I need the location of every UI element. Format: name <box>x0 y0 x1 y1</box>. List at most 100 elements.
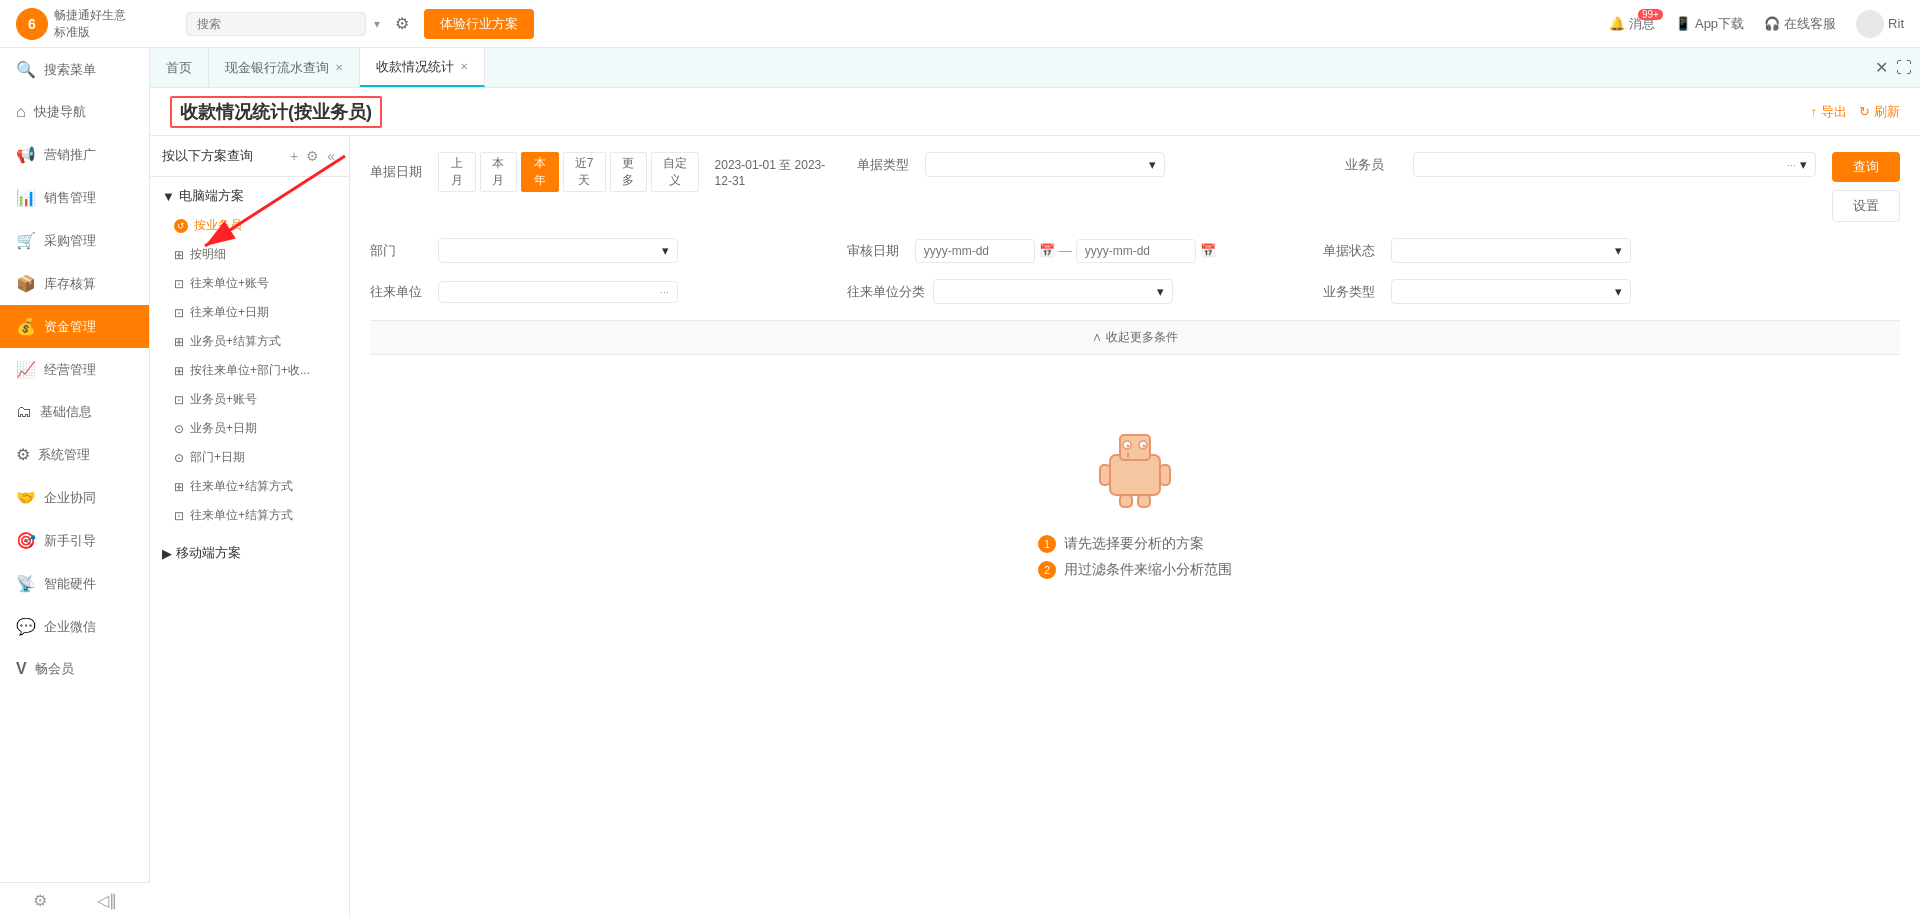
maximize-button[interactable]: ⛶ <box>1896 59 1912 77</box>
svg-rect-7 <box>1100 465 1110 485</box>
chevron-right-icon: ▶ <box>162 546 172 561</box>
date-tab-custom[interactable]: 自定义 <box>651 152 698 192</box>
doc-type-select[interactable]: ▾ <box>925 152 1165 177</box>
settings-icon[interactable]: ⚙ <box>388 10 416 38</box>
desktop-scheme-group-title[interactable]: ▼ 电脑端方案 <box>150 181 349 211</box>
add-scheme-button[interactable]: + <box>288 146 300 166</box>
step-number: 1 <box>1038 535 1056 553</box>
date-tab-last-month[interactable]: 上月 <box>438 152 476 192</box>
scheme-item-salesperson-account[interactable]: ⊡ 业务员+账号 <box>150 385 349 414</box>
scheme-header-title: 按以下方案查询 <box>162 147 253 165</box>
scheme-item-partner-settle1[interactable]: ⊞ 往来单位+结算方式 <box>150 472 349 501</box>
salesperson-select[interactable]: ··· ▾ <box>1413 152 1816 177</box>
content-area: 按以下方案查询 + ⚙ « ▼ 电脑端方案 ↺ 按业务员 <box>150 136 1920 918</box>
query-button[interactable]: 查询 <box>1832 152 1900 182</box>
sidebar-toggle-button[interactable]: ◁∥ <box>97 891 117 910</box>
doc-status-select[interactable]: ▾ <box>1391 238 1631 263</box>
sidebar-item-system[interactable]: ⚙ 系统管理 <box>0 433 149 476</box>
bell-icon: 🔔 <box>1609 16 1625 31</box>
sidebar-item-cooperation[interactable]: 🤝 企业协同 <box>0 476 149 519</box>
salesperson-date-icon: ⊙ <box>174 422 184 436</box>
active-scheme-icon: ↺ <box>174 219 188 233</box>
review-date-start[interactable] <box>915 239 1035 263</box>
salesperson-label: 业务员 <box>1345 156 1405 174</box>
scheme-item-label: 业务员+日期 <box>190 420 257 437</box>
empty-steps: 1 请先选择要分析的方案 2 用过滤条件来缩小分析范围 <box>1038 535 1232 587</box>
date-separator: — <box>1059 243 1072 258</box>
sidebar-item-operations[interactable]: 📈 经营管理 <box>0 348 149 391</box>
sidebar-item-label: 销售管理 <box>44 189 96 207</box>
sidebar-item-marketing[interactable]: 📢 营销推广 <box>0 133 149 176</box>
settings-query-button[interactable]: 设置 <box>1832 190 1900 222</box>
date-tab-this-month[interactable]: 本月 <box>480 152 518 192</box>
scheme-item-partner-date[interactable]: ⊡ 往来单位+日期 <box>150 298 349 327</box>
scheme-item-dept-date[interactable]: ⊙ 部门+日期 <box>150 443 349 472</box>
review-date-end[interactable] <box>1076 239 1196 263</box>
partner-category-select[interactable]: ▾ <box>933 279 1173 304</box>
partner-select[interactable]: ··· <box>438 281 678 303</box>
tab-collection-stats[interactable]: 收款情况统计 ✕ <box>360 48 485 87</box>
calendar-icon: 📅 <box>1039 243 1055 258</box>
dept-label: 部门 <box>370 242 430 260</box>
sidebar-item-purchase[interactable]: 🛒 采购管理 <box>0 219 149 262</box>
app-download-btn[interactable]: 📱 App下载 <box>1675 15 1744 33</box>
sidebar-item-guide[interactable]: 🎯 新手引导 <box>0 519 149 562</box>
scheme-item-by-detail[interactable]: ⊞ 按明细 <box>150 240 349 269</box>
notification-btn[interactable]: 🔔 消息 99+ <box>1609 15 1655 33</box>
close-all-tabs-button[interactable]: ✕ <box>1875 58 1888 77</box>
scheme-header-buttons: + ⚙ « <box>288 146 337 166</box>
sidebar-item-wechat[interactable]: 💬 企业微信 <box>0 605 149 648</box>
refresh-button[interactable]: ↻ 刷新 <box>1859 103 1900 121</box>
scheme-settings-button[interactable]: ⚙ <box>304 146 321 166</box>
online-service-btn[interactable]: 🎧 在线客服 <box>1764 15 1836 33</box>
scheme-item-partner-dept[interactable]: ⊞ 按往来单位+部门+收... <box>150 356 349 385</box>
export-button[interactable]: ↑ 导出 <box>1811 103 1848 121</box>
scheme-item-partner-account[interactable]: ⊡ 往来单位+账号 <box>150 269 349 298</box>
sidebar-item-inventory[interactable]: 📦 库存核算 <box>0 262 149 305</box>
chevron-down-icon[interactable]: ▾ <box>374 17 380 31</box>
search-input[interactable] <box>186 12 366 36</box>
more-icon: ··· <box>1787 159 1796 171</box>
scheme-item-label: 按往来单位+部门+收... <box>190 362 310 379</box>
sidebar-item-quick-nav[interactable]: ⌂ 快捷导航 <box>0 91 149 133</box>
close-icon[interactable]: ✕ <box>460 61 468 72</box>
sidebar-item-search-menu[interactable]: 🔍 搜索菜单 <box>0 48 149 91</box>
date-tab-7days[interactable]: 近7天 <box>563 152 606 192</box>
review-date-label: 审核日期 <box>847 242 907 260</box>
review-date-range: 📅 — 📅 <box>915 239 1216 263</box>
sidebar-settings-button[interactable]: ⚙ <box>33 891 47 910</box>
svg-rect-9 <box>1120 495 1132 507</box>
partner-dept-icon: ⊞ <box>174 364 184 378</box>
scheme-item-salesperson-date[interactable]: ⊙ 业务员+日期 <box>150 414 349 443</box>
collapse-label: ∧ 收起更多条件 <box>1092 330 1177 344</box>
close-icon[interactable]: ✕ <box>335 62 343 73</box>
tab-home[interactable]: 首页 <box>150 48 209 87</box>
collapse-bar[interactable]: ∧ 收起更多条件 <box>370 320 1900 355</box>
partner-date-icon: ⊡ <box>174 306 184 320</box>
mobile-scheme-group-title[interactable]: ▶ 移动端方案 <box>150 538 349 568</box>
sidebar-item-basic-info[interactable]: 🗂 基础信息 <box>0 391 149 433</box>
app-download-label: App下载 <box>1695 15 1744 33</box>
sidebar-item-member[interactable]: V 畅会员 <box>0 648 149 690</box>
sidebar-item-label: 快捷导航 <box>34 103 86 121</box>
user-info[interactable]: Rit <box>1856 10 1904 38</box>
sidebar-item-label: 经营管理 <box>44 361 96 379</box>
top-right: 🔔 消息 99+ 📱 App下载 🎧 在线客服 Rit <box>1609 10 1904 38</box>
scheme-item-salesperson-settle[interactable]: ⊞ 业务员+结算方式 <box>150 327 349 356</box>
sidebar-item-smart-hw[interactable]: 📡 智能硬件 <box>0 562 149 605</box>
member-icon: V <box>16 660 27 678</box>
sidebar-item-label: 智能硬件 <box>44 575 96 593</box>
trial-button[interactable]: 体验行业方案 <box>424 9 534 39</box>
date-range-display: 2023-01-01 至 2023-12-31 <box>715 157 842 188</box>
sidebar-item-finance[interactable]: 💰 资金管理 <box>0 305 149 348</box>
scheme-item-by-salesperson[interactable]: ↺ 按业务员 <box>150 211 349 240</box>
sidebar-item-sales[interactable]: 📊 销售管理 <box>0 176 149 219</box>
collapse-panel-button[interactable]: « <box>325 146 337 166</box>
scheme-item-partner-settle2[interactable]: ⊡ 往来单位+结算方式 <box>150 501 349 530</box>
marketing-icon: 📢 <box>16 145 36 164</box>
tab-bank-flow[interactable]: 现金银行流水查询 ✕ <box>209 48 360 87</box>
business-type-select[interactable]: ▾ <box>1391 279 1631 304</box>
date-tab-more[interactable]: 更多 <box>610 152 648 192</box>
dept-select[interactable]: ▾ <box>438 238 678 263</box>
date-tab-this-year[interactable]: 本年 <box>521 152 559 192</box>
